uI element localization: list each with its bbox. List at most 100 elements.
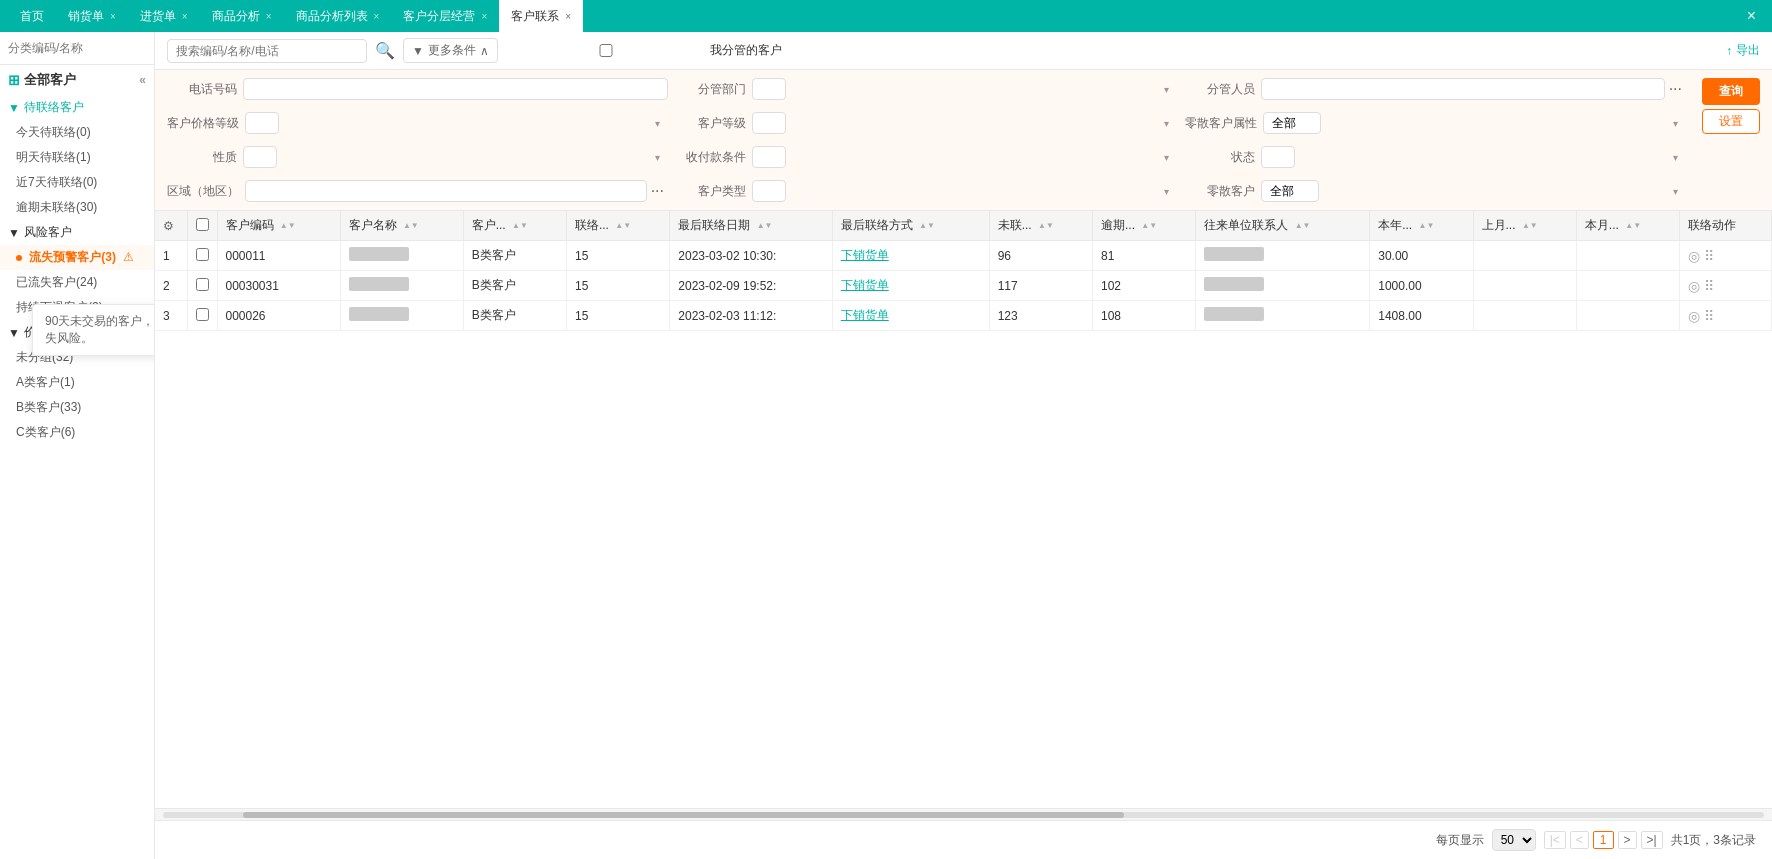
sidebar-search-input[interactable] xyxy=(8,41,155,55)
grade-select[interactable] xyxy=(752,112,786,134)
select-all-checkbox[interactable] xyxy=(196,218,209,231)
prev-page-button[interactable]: < xyxy=(1570,831,1589,849)
nature-select-wrapper xyxy=(243,146,668,168)
th-checkbox xyxy=(187,211,217,241)
cell-last-way: 下销货单 xyxy=(832,241,989,271)
query-button[interactable]: 查询 xyxy=(1702,78,1760,105)
grade-select-wrapper xyxy=(752,112,1177,134)
search-button[interactable]: 🔍 xyxy=(375,41,395,60)
phone-input[interactable] xyxy=(243,78,668,100)
column-settings-icon[interactable]: ⚙ xyxy=(163,219,174,233)
last-way-link[interactable]: 下销货单 xyxy=(841,308,889,322)
cell-contact: 15 xyxy=(566,241,669,271)
th-unit-contact: 往来单位联系人 ▲▼ xyxy=(1196,211,1370,241)
sort-icon-no-contact[interactable]: ▲▼ xyxy=(1038,221,1054,230)
cell-checkbox[interactable] xyxy=(187,301,217,331)
cell-checkbox[interactable] xyxy=(187,241,217,271)
payment-select[interactable] xyxy=(752,146,786,168)
sidebar-group-pending[interactable]: ▼ 待联络客户 xyxy=(0,95,154,120)
scrollbar-thumb[interactable] xyxy=(243,812,1124,818)
sidebar-item-churned[interactable]: 已流失客户(24) xyxy=(0,270,154,295)
tab-analysis[interactable]: 商品分析 × xyxy=(200,0,284,32)
sort-icon-contact[interactable]: ▲▼ xyxy=(615,221,631,230)
last-way-link[interactable]: 下销货单 xyxy=(841,278,889,292)
tab-purchase[interactable]: 进货单 × xyxy=(128,0,200,32)
action-chat-icon[interactable]: ◎ xyxy=(1688,248,1700,264)
sidebar-item-classA[interactable]: A类客户(1) xyxy=(0,370,154,395)
zeroattr-select[interactable]: 全部 xyxy=(1263,112,1321,134)
horizontal-scrollbar[interactable] xyxy=(155,808,1772,820)
tab-customer-tier[interactable]: 客户分层经营 × xyxy=(391,0,499,32)
sort-icon-type[interactable]: ▲▼ xyxy=(512,221,528,230)
sidebar-group-risk[interactable]: ▼ 风险客户 xyxy=(0,220,154,245)
close-tab-sales[interactable]: × xyxy=(110,11,116,22)
close-tab-customer-contact[interactable]: × xyxy=(565,11,571,22)
tab-home[interactable]: 首页 xyxy=(8,0,56,32)
more-filter-button[interactable]: ▼ 更多条件 ∧ xyxy=(403,38,498,63)
filter-person-field: 分管人员 ··· xyxy=(1185,78,1686,100)
action-chat-icon[interactable]: ◎ xyxy=(1688,278,1700,294)
action-more-icon[interactable]: ⠿ xyxy=(1704,248,1714,264)
region-input[interactable] xyxy=(245,180,647,202)
export-button[interactable]: ↑ 导出 xyxy=(1726,42,1760,59)
sort-icon-last-way[interactable]: ▲▼ xyxy=(919,221,935,230)
sidebar-item-week[interactable]: 近7天待联络(0) xyxy=(0,170,154,195)
close-tab-customer-tier[interactable]: × xyxy=(481,11,487,22)
close-window-button[interactable]: × xyxy=(1739,7,1764,25)
sidebar-item-tomorrow[interactable]: 明天待联络(1) xyxy=(0,145,154,170)
my-customers-checkbox-label[interactable]: 我分管的客户 xyxy=(506,42,782,59)
sort-icon-code[interactable]: ▲▼ xyxy=(280,221,296,230)
my-customers-checkbox[interactable] xyxy=(506,44,706,57)
sidebar-item-overdue[interactable]: 逾期未联络(30) xyxy=(0,195,154,220)
zerocust-select[interactable]: 全部 xyxy=(1261,180,1319,202)
cell-checkbox[interactable] xyxy=(187,271,217,301)
custtype-select-wrapper xyxy=(752,180,1177,202)
arrow-icon-value: ▼ xyxy=(8,326,20,340)
sort-icon-name[interactable]: ▲▼ xyxy=(403,221,419,230)
sidebar-item-classB[interactable]: B类客户(33) xyxy=(0,395,154,420)
sidebar-item-today[interactable]: 今天待联络(0) xyxy=(0,120,154,145)
more-icon-person[interactable]: ··· xyxy=(1665,80,1686,98)
pricelevel-select[interactable] xyxy=(245,112,279,134)
next-page-button[interactable]: > xyxy=(1618,831,1637,849)
dept-select[interactable] xyxy=(752,78,786,100)
last-page-button[interactable]: >| xyxy=(1641,831,1663,849)
cell-index: 1 xyxy=(155,241,187,271)
cell-name xyxy=(340,301,463,331)
action-more-icon[interactable]: ⠿ xyxy=(1704,278,1714,294)
sort-icon-unit-contact[interactable]: ▲▼ xyxy=(1295,221,1311,230)
search-input[interactable] xyxy=(167,39,367,63)
sidebar-item-churn-warning[interactable]: 流失预警客户(3) ⚠ xyxy=(0,245,154,270)
sort-icon-overdue[interactable]: ▲▼ xyxy=(1141,221,1157,230)
custtype-select[interactable] xyxy=(752,180,786,202)
filter-region-field: 区域（地区） ··· xyxy=(167,180,668,202)
sidebar-all-customers[interactable]: ⊞ 全部客户 « xyxy=(0,65,154,95)
close-tab-analysis[interactable]: × xyxy=(266,11,272,22)
sort-icon-this-year[interactable]: ▲▼ xyxy=(1419,221,1435,230)
sort-icon-this-month[interactable]: ▲▼ xyxy=(1625,221,1641,230)
first-page-button[interactable]: |< xyxy=(1544,831,1566,849)
phone-label: 电话号码 xyxy=(167,81,237,98)
arrow-icon-risk: ▼ xyxy=(8,226,20,240)
per-page-select[interactable]: 50 xyxy=(1492,829,1536,851)
th-code: 客户编码 ▲▼ xyxy=(217,211,340,241)
filter-phone-field: 电话号码 xyxy=(167,78,668,100)
person-input[interactable] xyxy=(1261,78,1665,100)
settings-button[interactable]: 设置 xyxy=(1702,109,1760,134)
close-tab-purchase[interactable]: × xyxy=(182,11,188,22)
table-body: 1 000011 B类客户 15 2023-03-02 10:30: 下销货单 … xyxy=(155,241,1772,331)
more-icon-region[interactable]: ··· xyxy=(647,182,668,200)
sort-icon-last-month[interactable]: ▲▼ xyxy=(1522,221,1538,230)
action-more-icon[interactable]: ⠿ xyxy=(1704,308,1714,324)
cell-last-date: 2023-02-03 11:12: xyxy=(670,301,832,331)
nature-select[interactable] xyxy=(243,146,277,168)
sort-icon-last-date[interactable]: ▲▼ xyxy=(757,221,773,230)
sidebar-item-classC[interactable]: C类客户(6) xyxy=(0,420,154,445)
last-way-link[interactable]: 下销货单 xyxy=(841,248,889,262)
tab-customer-contact[interactable]: 客户联系 × xyxy=(499,0,583,32)
close-tab-analysis-list[interactable]: × xyxy=(374,11,380,22)
action-chat-icon[interactable]: ◎ xyxy=(1688,308,1700,324)
tab-analysis-list[interactable]: 商品分析列表 × xyxy=(284,0,392,32)
status-select[interactable] xyxy=(1261,146,1295,168)
tab-sales[interactable]: 销货单 × xyxy=(56,0,128,32)
